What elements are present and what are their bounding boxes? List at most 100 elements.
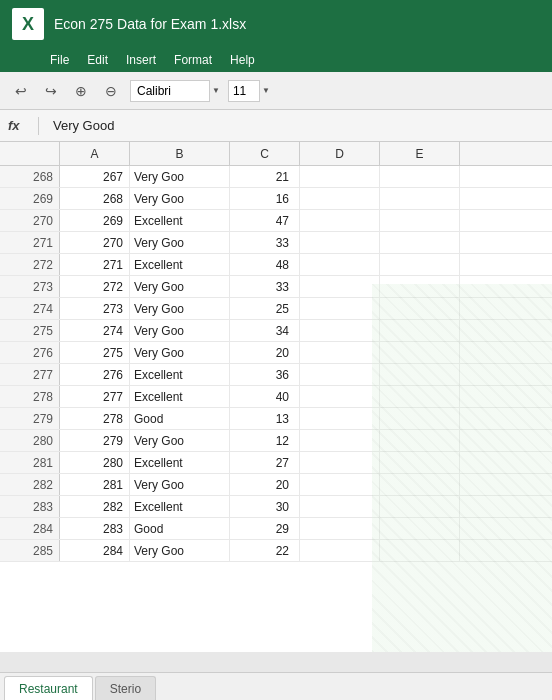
cell-a[interactable]: 273 [60,298,130,319]
cell-a[interactable]: 278 [60,408,130,429]
cell-a[interactable]: 272 [60,276,130,297]
cell-d[interactable] [300,210,380,231]
cell-c[interactable]: 47 [230,210,300,231]
cell-b[interactable]: Excellent [130,386,230,407]
table-row[interactable]: 271 270 Very Goo 33 [0,232,552,254]
font-size-dropdown[interactable]: 11 ▼ [228,80,270,102]
table-row[interactable]: 282 281 Very Goo 20 [0,474,552,496]
cell-e[interactable] [380,342,460,363]
cell-a[interactable]: 279 [60,430,130,451]
cell-d[interactable] [300,474,380,495]
table-row[interactable]: 268 267 Very Goo 21 [0,166,552,188]
cell-e[interactable] [380,188,460,209]
table-row[interactable]: 275 274 Very Goo 34 [0,320,552,342]
cell-a[interactable]: 267 [60,166,130,187]
table-row[interactable]: 280 279 Very Goo 12 [0,430,552,452]
cell-c[interactable]: 48 [230,254,300,275]
menu-format[interactable]: Format [174,53,212,67]
cell-c[interactable]: 36 [230,364,300,385]
cell-c[interactable]: 13 [230,408,300,429]
cell-b[interactable]: Good [130,518,230,539]
cell-c[interactable]: 22 [230,540,300,561]
cell-c[interactable]: 12 [230,430,300,451]
table-row[interactable]: 284 283 Good 29 [0,518,552,540]
formula-value[interactable]: Very Good [49,118,544,133]
cell-c[interactable]: 33 [230,232,300,253]
cell-b[interactable]: Very Goo [130,320,230,341]
cell-a[interactable]: 268 [60,188,130,209]
cell-d[interactable] [300,232,380,253]
cell-b[interactable]: Excellent [130,210,230,231]
table-row[interactable]: 285 284 Very Goo 22 [0,540,552,562]
cell-d[interactable] [300,408,380,429]
table-row[interactable]: 272 271 Excellent 48 [0,254,552,276]
cell-a[interactable]: 270 [60,232,130,253]
cell-e[interactable] [380,474,460,495]
cell-b[interactable]: Excellent [130,452,230,473]
menu-edit[interactable]: Edit [87,53,108,67]
cell-e[interactable] [380,364,460,385]
cell-e[interactable] [380,232,460,253]
redo-button[interactable]: ↪ [40,80,62,102]
cell-d[interactable] [300,166,380,187]
cell-b[interactable]: Very Goo [130,474,230,495]
cell-e[interactable] [380,386,460,407]
table-row[interactable]: 274 273 Very Goo 25 [0,298,552,320]
cell-b[interactable]: Excellent [130,364,230,385]
table-row[interactable]: 279 278 Good 13 [0,408,552,430]
cell-a[interactable]: 283 [60,518,130,539]
menu-help[interactable]: Help [230,53,255,67]
cell-d[interactable] [300,386,380,407]
cell-b[interactable]: Very Goo [130,430,230,451]
cell-c[interactable]: 27 [230,452,300,473]
cell-e[interactable] [380,408,460,429]
cell-e[interactable] [380,518,460,539]
cell-b[interactable]: Very Goo [130,276,230,297]
cell-a[interactable]: 271 [60,254,130,275]
cell-b[interactable]: Very Goo [130,166,230,187]
cell-d[interactable] [300,320,380,341]
cell-e[interactable] [380,320,460,341]
cell-d[interactable] [300,276,380,297]
cell-b[interactable]: Very Goo [130,188,230,209]
cell-a[interactable]: 269 [60,210,130,231]
sheet-tab-restaurant[interactable]: Restaurant [4,676,93,700]
cell-a[interactable]: 277 [60,386,130,407]
cell-d[interactable] [300,364,380,385]
cell-e[interactable] [380,166,460,187]
cell-d[interactable] [300,540,380,561]
cell-d[interactable] [300,430,380,451]
cell-c[interactable]: 40 [230,386,300,407]
cell-c[interactable]: 16 [230,188,300,209]
menu-insert[interactable]: Insert [126,53,156,67]
cell-c[interactable]: 25 [230,298,300,319]
cell-b[interactable]: Very Goo [130,342,230,363]
cell-c[interactable]: 20 [230,342,300,363]
cell-e[interactable] [380,254,460,275]
cell-e[interactable] [380,276,460,297]
zoom-in-button[interactable]: ⊕ [70,80,92,102]
table-row[interactable]: 283 282 Excellent 30 [0,496,552,518]
cell-b[interactable]: Excellent [130,496,230,517]
cell-c[interactable]: 34 [230,320,300,341]
cell-d[interactable] [300,254,380,275]
font-name-dropdown[interactable]: Calibri ▼ [130,80,220,102]
cell-b[interactable]: Very Goo [130,540,230,561]
cell-a[interactable]: 276 [60,364,130,385]
cell-e[interactable] [380,452,460,473]
table-row[interactable]: 278 277 Excellent 40 [0,386,552,408]
cell-e[interactable] [380,430,460,451]
cell-e[interactable] [380,540,460,561]
cell-d[interactable] [300,452,380,473]
menu-file[interactable]: File [50,53,69,67]
cell-e[interactable] [380,210,460,231]
cell-e[interactable] [380,298,460,319]
cell-c[interactable]: 33 [230,276,300,297]
cell-a[interactable]: 280 [60,452,130,473]
cell-b[interactable]: Excellent [130,254,230,275]
cell-c[interactable]: 21 [230,166,300,187]
cell-b[interactable]: Good [130,408,230,429]
cell-c[interactable]: 30 [230,496,300,517]
cell-c[interactable]: 29 [230,518,300,539]
cell-a[interactable]: 275 [60,342,130,363]
